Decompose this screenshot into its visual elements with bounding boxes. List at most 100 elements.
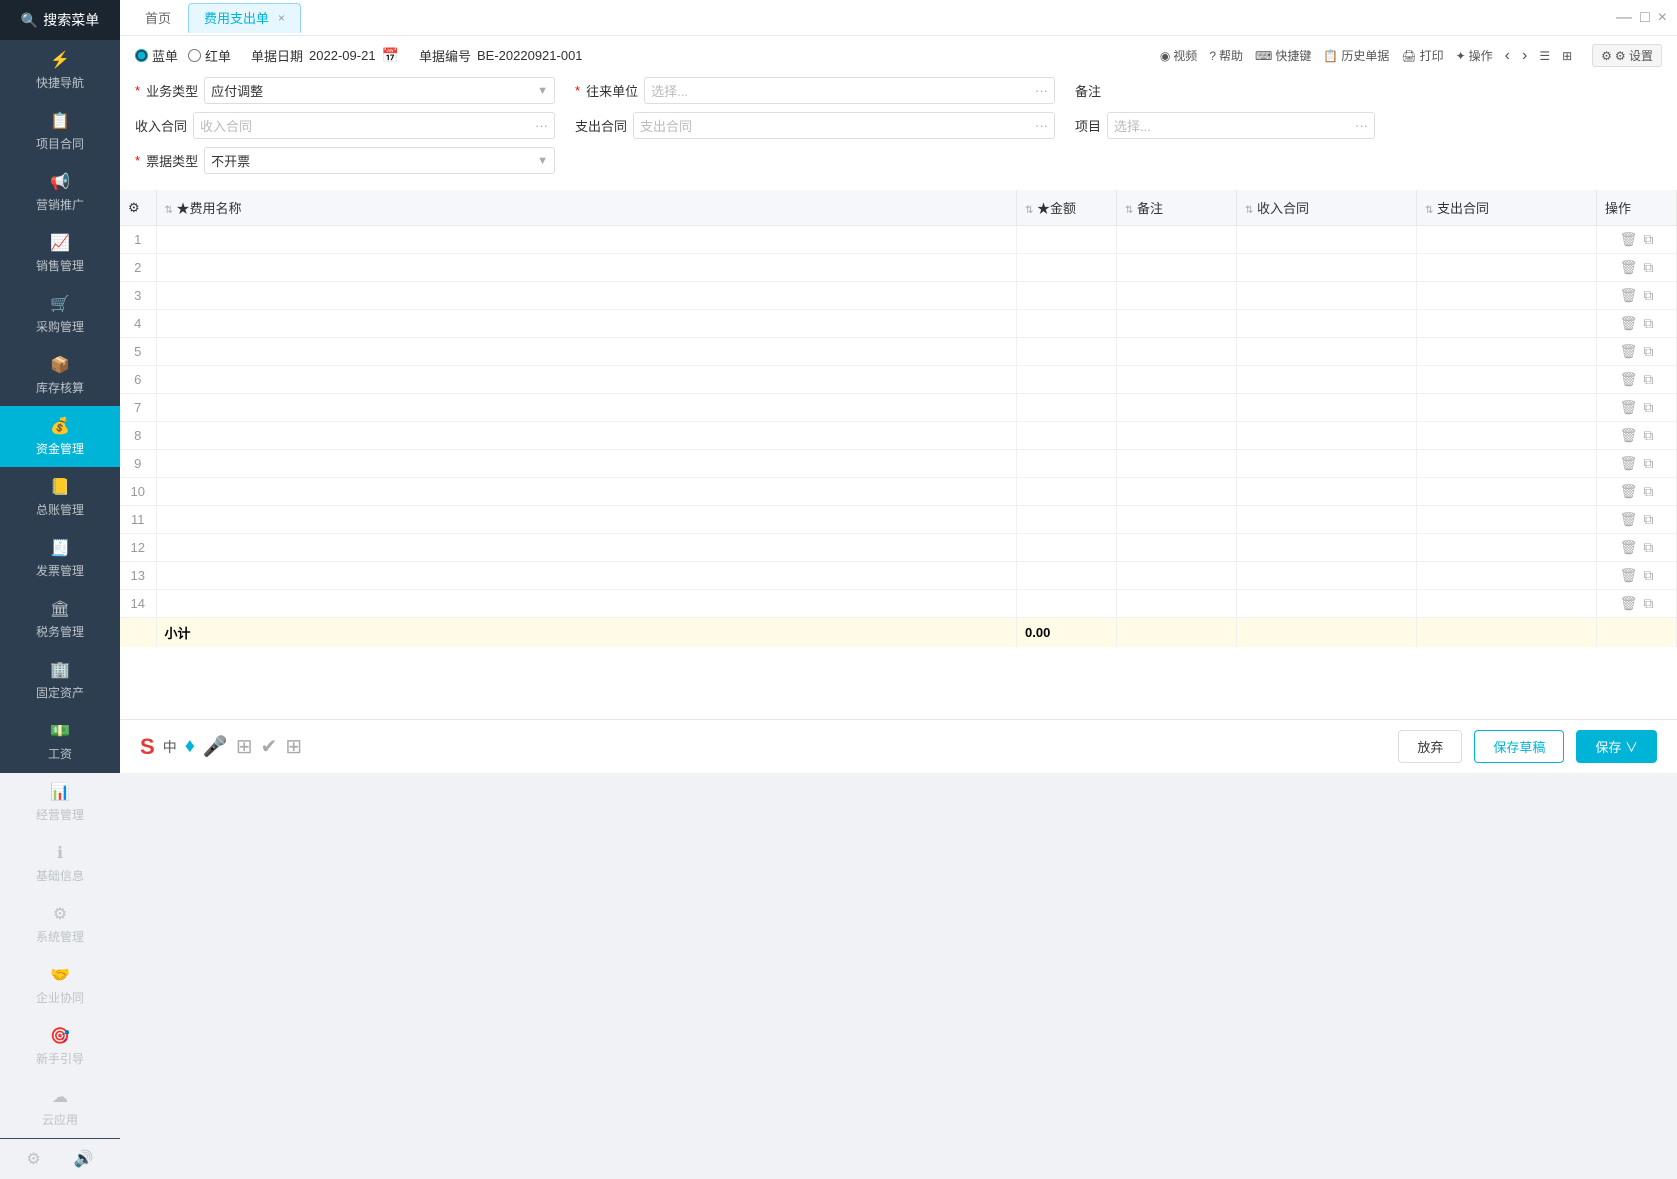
partner-input[interactable]: 选择... ··· xyxy=(644,77,1055,104)
copy-icon[interactable]: ⧉ xyxy=(1643,455,1653,472)
copy-icon[interactable]: ⧉ xyxy=(1643,399,1653,416)
delete-icon[interactable]: 🗑 xyxy=(1620,371,1638,388)
remark-cell[interactable] xyxy=(1117,562,1237,590)
income-contract-cell[interactable] xyxy=(1237,562,1417,590)
radio-red[interactable]: 红单 xyxy=(188,46,231,65)
amount-cell[interactable] xyxy=(1017,534,1117,562)
remark-cell[interactable] xyxy=(1117,226,1237,254)
amount-cell[interactable] xyxy=(1017,366,1117,394)
sidebar-item-accounting[interactable]: 📒总账管理 xyxy=(0,467,120,528)
copy-icon[interactable]: ⧉ xyxy=(1643,287,1653,304)
sidebar-item-payroll[interactable]: 💵工资 xyxy=(0,711,120,772)
sidebar-item-purchase[interactable]: 🛒采购管理 xyxy=(0,284,120,345)
remark-cell[interactable] xyxy=(1117,478,1237,506)
footer-icon-s[interactable]: S xyxy=(140,734,155,760)
calendar-icon[interactable]: 📅 xyxy=(382,47,399,64)
copy-icon[interactable]: ⧉ xyxy=(1643,511,1653,528)
income-contract-cell[interactable] xyxy=(1237,226,1417,254)
expense-name-cell[interactable] xyxy=(156,422,1017,450)
expense-name-cell[interactable] xyxy=(156,506,1017,534)
action-print[interactable]: 🖨 打印 xyxy=(1401,47,1443,64)
save-draft-button[interactable]: 保存草稿 xyxy=(1474,730,1564,763)
invoice-type-input[interactable]: 不开票 ▼ xyxy=(204,147,555,174)
sort-icon-amount[interactable]: ⇅ xyxy=(1025,205,1033,216)
delete-icon[interactable]: 🗑 xyxy=(1620,483,1638,500)
income-contract-cell[interactable] xyxy=(1237,422,1417,450)
footer-icon-mic[interactable]: 🎤 xyxy=(203,734,228,759)
expense-contract-cell[interactable] xyxy=(1417,394,1597,422)
amount-cell[interactable] xyxy=(1017,478,1117,506)
amount-cell[interactable] xyxy=(1017,506,1117,534)
income-contract-cell[interactable] xyxy=(1237,450,1417,478)
copy-icon[interactable]: ⧉ xyxy=(1643,595,1653,612)
expense-name-cell[interactable] xyxy=(156,338,1017,366)
business-type-input[interactable]: 应付调整 ▼ xyxy=(204,77,555,104)
expense-contract-cell[interactable] xyxy=(1417,506,1597,534)
partner-more-icon[interactable]: ··· xyxy=(1035,83,1048,98)
sort-icon[interactable]: ⇅ xyxy=(165,205,173,216)
expense-contract-cell[interactable] xyxy=(1417,562,1597,590)
sidebar-item-sales[interactable]: 📈销售管理 xyxy=(0,223,120,284)
sidebar-item-quick-nav[interactable]: ⚡快捷导航 xyxy=(0,40,120,101)
expense-name-cell[interactable] xyxy=(156,450,1017,478)
remark-cell[interactable] xyxy=(1117,422,1237,450)
sidebar-item-fixed-assets[interactable]: 🏢固定资产 xyxy=(0,650,120,711)
income-contract-cell[interactable] xyxy=(1237,338,1417,366)
income-contract-cell[interactable] xyxy=(1237,394,1417,422)
copy-icon[interactable]: ⧉ xyxy=(1643,567,1653,584)
amount-cell[interactable] xyxy=(1017,254,1117,282)
number-value[interactable]: BE-20220921-001 xyxy=(477,48,583,63)
expense-contract-cell[interactable] xyxy=(1417,478,1597,506)
delete-icon[interactable]: 🗑 xyxy=(1620,455,1638,472)
sidebar-item-capital[interactable]: 💰资金管理 xyxy=(0,406,120,467)
copy-icon[interactable]: ⧉ xyxy=(1643,315,1653,332)
expense-contract-cell[interactable] xyxy=(1417,338,1597,366)
income-contract-cell[interactable] xyxy=(1237,506,1417,534)
sidebar-item-project-contract[interactable]: 📋项目合同 xyxy=(0,101,120,162)
nav-prev-btn[interactable]: ‹ xyxy=(1505,47,1510,65)
sidebar-item-tax[interactable]: 🏛税务管理 xyxy=(0,589,120,650)
delete-icon[interactable]: 🗑 xyxy=(1620,539,1638,556)
date-value[interactable]: 2022-09-21 xyxy=(309,48,376,63)
sidebar-search[interactable]: 🔍 搜索菜单 xyxy=(21,10,99,30)
amount-cell[interactable] xyxy=(1017,562,1117,590)
income-contract-cell[interactable] xyxy=(1237,310,1417,338)
delete-icon[interactable]: 🗑 xyxy=(1620,259,1638,276)
maximize-btn[interactable]: □ xyxy=(1640,9,1650,27)
footer-icon-zh[interactable]: 中 xyxy=(163,737,177,757)
expense-name-cell[interactable] xyxy=(156,394,1017,422)
delete-icon[interactable]: 🗑 xyxy=(1620,567,1638,584)
delete-icon[interactable]: 🗑 xyxy=(1620,343,1638,360)
copy-icon[interactable]: ⧉ xyxy=(1643,371,1653,388)
income-contract-cell[interactable] xyxy=(1237,366,1417,394)
project-input[interactable]: 选择... ··· xyxy=(1107,112,1375,139)
copy-icon[interactable]: ⧉ xyxy=(1643,539,1653,556)
remark-cell[interactable] xyxy=(1117,282,1237,310)
footer-icon-check[interactable]: ✔ xyxy=(261,734,278,759)
abandon-button[interactable]: 放弃 xyxy=(1398,730,1462,763)
footer-icon-diamond[interactable]: ♦ xyxy=(185,735,195,758)
remark-cell[interactable] xyxy=(1117,534,1237,562)
remark-cell[interactable] xyxy=(1117,590,1237,618)
amount-cell[interactable] xyxy=(1017,310,1117,338)
expense-contract-input[interactable]: 支出合同 ··· xyxy=(633,112,1055,139)
tab-expense[interactable]: 费用支出单× xyxy=(188,3,301,33)
delete-icon[interactable]: 🗑 xyxy=(1620,315,1638,332)
remark-cell[interactable] xyxy=(1117,338,1237,366)
amount-cell[interactable] xyxy=(1017,226,1117,254)
copy-icon[interactable]: ⧉ xyxy=(1643,231,1653,248)
sidebar-item-invoice[interactable]: 🧾发票管理 xyxy=(0,528,120,589)
delete-icon[interactable]: 🗑 xyxy=(1620,399,1638,416)
expense-name-cell[interactable] xyxy=(156,590,1017,618)
sound-icon[interactable]: 🔊 xyxy=(74,1149,94,1169)
sidebar-item-ops[interactable]: 📊经营管理 xyxy=(0,772,120,833)
copy-icon[interactable]: ⧉ xyxy=(1643,259,1653,276)
sidebar-item-inventory[interactable]: 📦库存核算 xyxy=(0,345,120,406)
copy-icon[interactable]: ⧉ xyxy=(1643,427,1653,444)
sidebar-item-newbie[interactable]: 🎯新手引导 xyxy=(0,1016,120,1077)
sidebar-item-system[interactable]: ⚙系统管理 xyxy=(0,894,120,955)
settings-icon[interactable]: ⚙ xyxy=(26,1149,40,1169)
sort-icon-expense[interactable]: ⇅ xyxy=(1425,205,1433,216)
settings-btn[interactable]: ⚙ ⚙ 设置 xyxy=(1592,44,1662,67)
sort-icon-remark[interactable]: ⇅ xyxy=(1125,205,1133,216)
